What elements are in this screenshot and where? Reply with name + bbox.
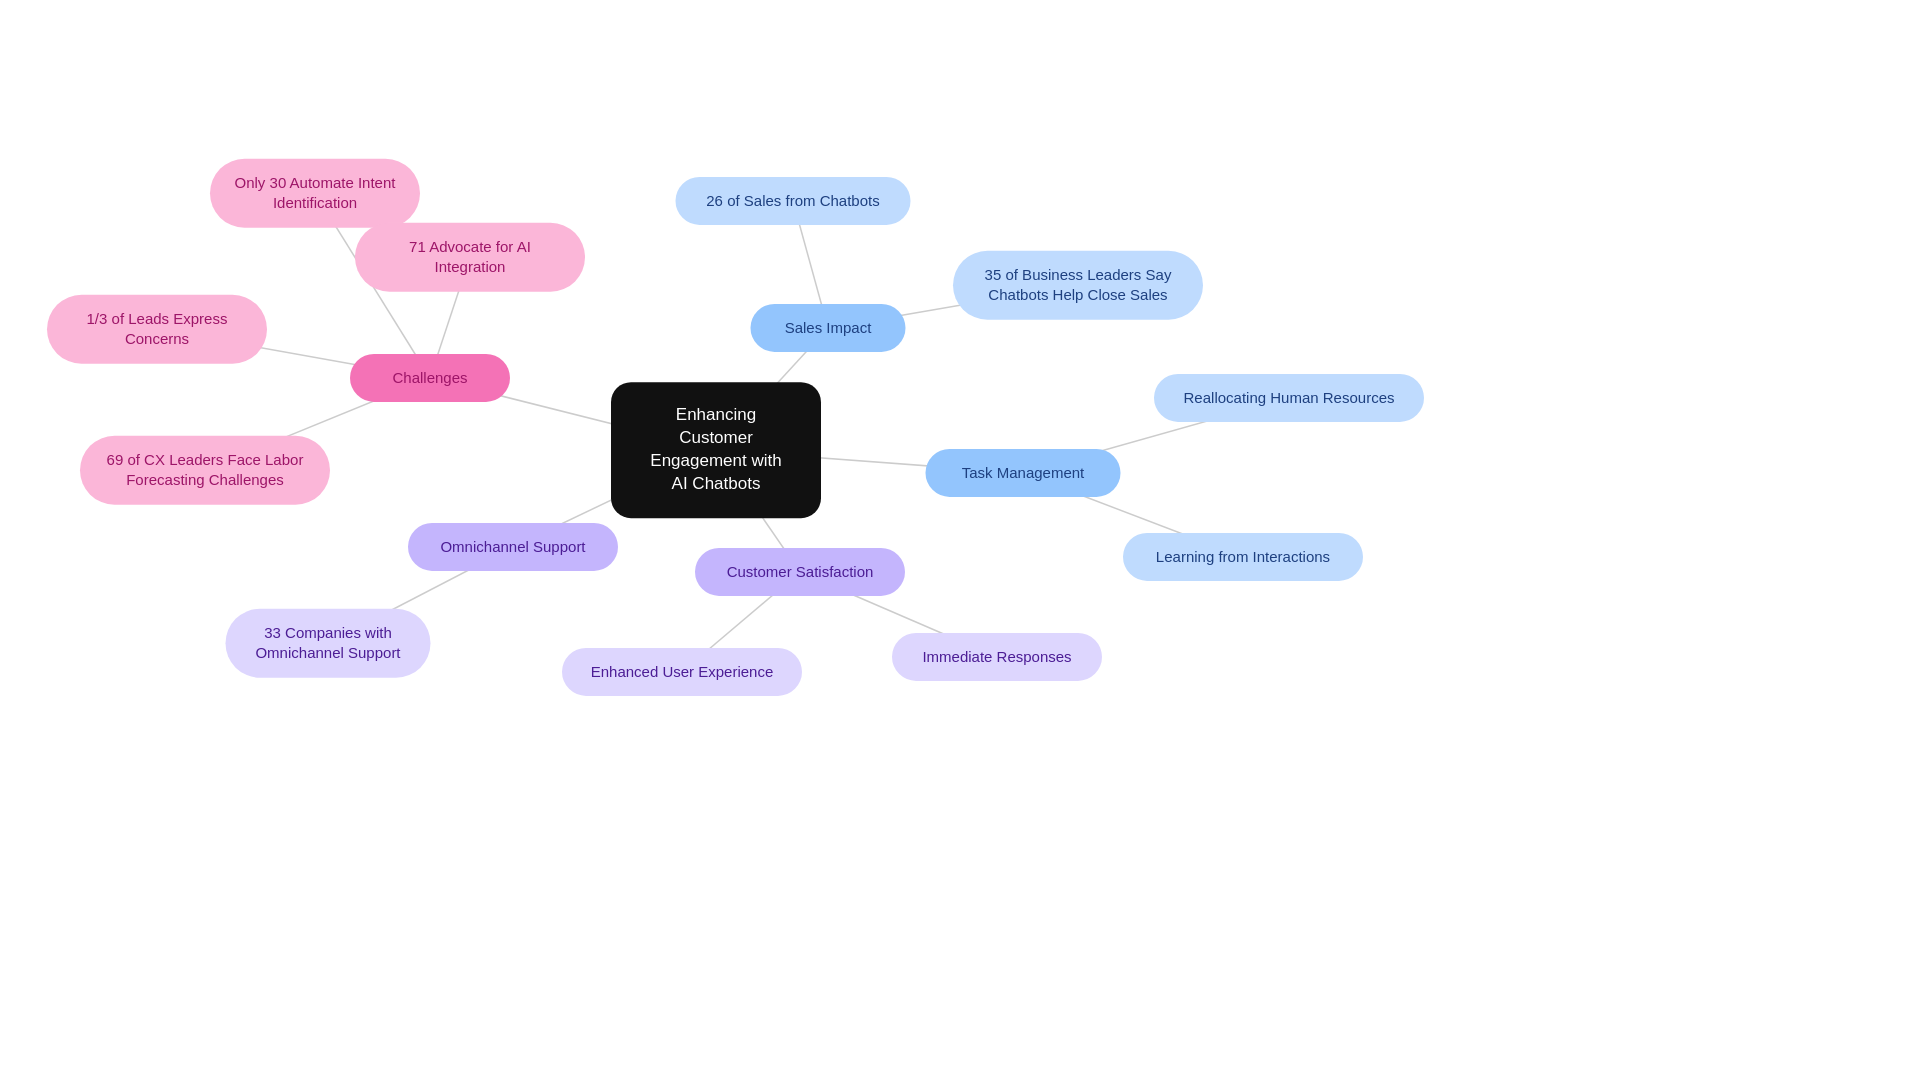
node-immediate: Immediate Responses	[892, 633, 1102, 681]
center-node: Enhancing Customer Engagement with AI Ch…	[611, 382, 821, 518]
node-cx-leaders: 69 of CX Leaders Face Labor Forecasting …	[80, 436, 330, 505]
node-sales-chatbots: 26 of Sales from Chatbots	[676, 177, 911, 225]
node-advocate: 71 Advocate for AI Integration	[355, 223, 585, 292]
node-challenges: Challenges	[350, 354, 510, 402]
node-automate: Only 30 Automate Intent Identification	[210, 159, 420, 228]
node-sales-impact: Sales Impact	[751, 304, 906, 352]
mindmap-container: Enhancing Customer Engagement with AI Ch…	[0, 0, 1920, 1083]
node-reallocating: Reallocating Human Resources	[1154, 374, 1424, 422]
node-omnichannel: Omnichannel Support	[408, 523, 618, 571]
node-leads: 1/3 of Leads Express Concerns	[47, 295, 267, 364]
node-enhanced-ux: Enhanced User Experience	[562, 648, 802, 696]
node-customer-satisfaction: Customer Satisfaction	[695, 548, 905, 596]
node-business-leaders: 35 of Business Leaders Say Chatbots Help…	[953, 251, 1203, 320]
node-learning: Learning from Interactions	[1123, 533, 1363, 581]
node-companies: 33 Companies with Omnichannel Support	[226, 609, 431, 678]
node-task-management: Task Management	[926, 449, 1121, 497]
